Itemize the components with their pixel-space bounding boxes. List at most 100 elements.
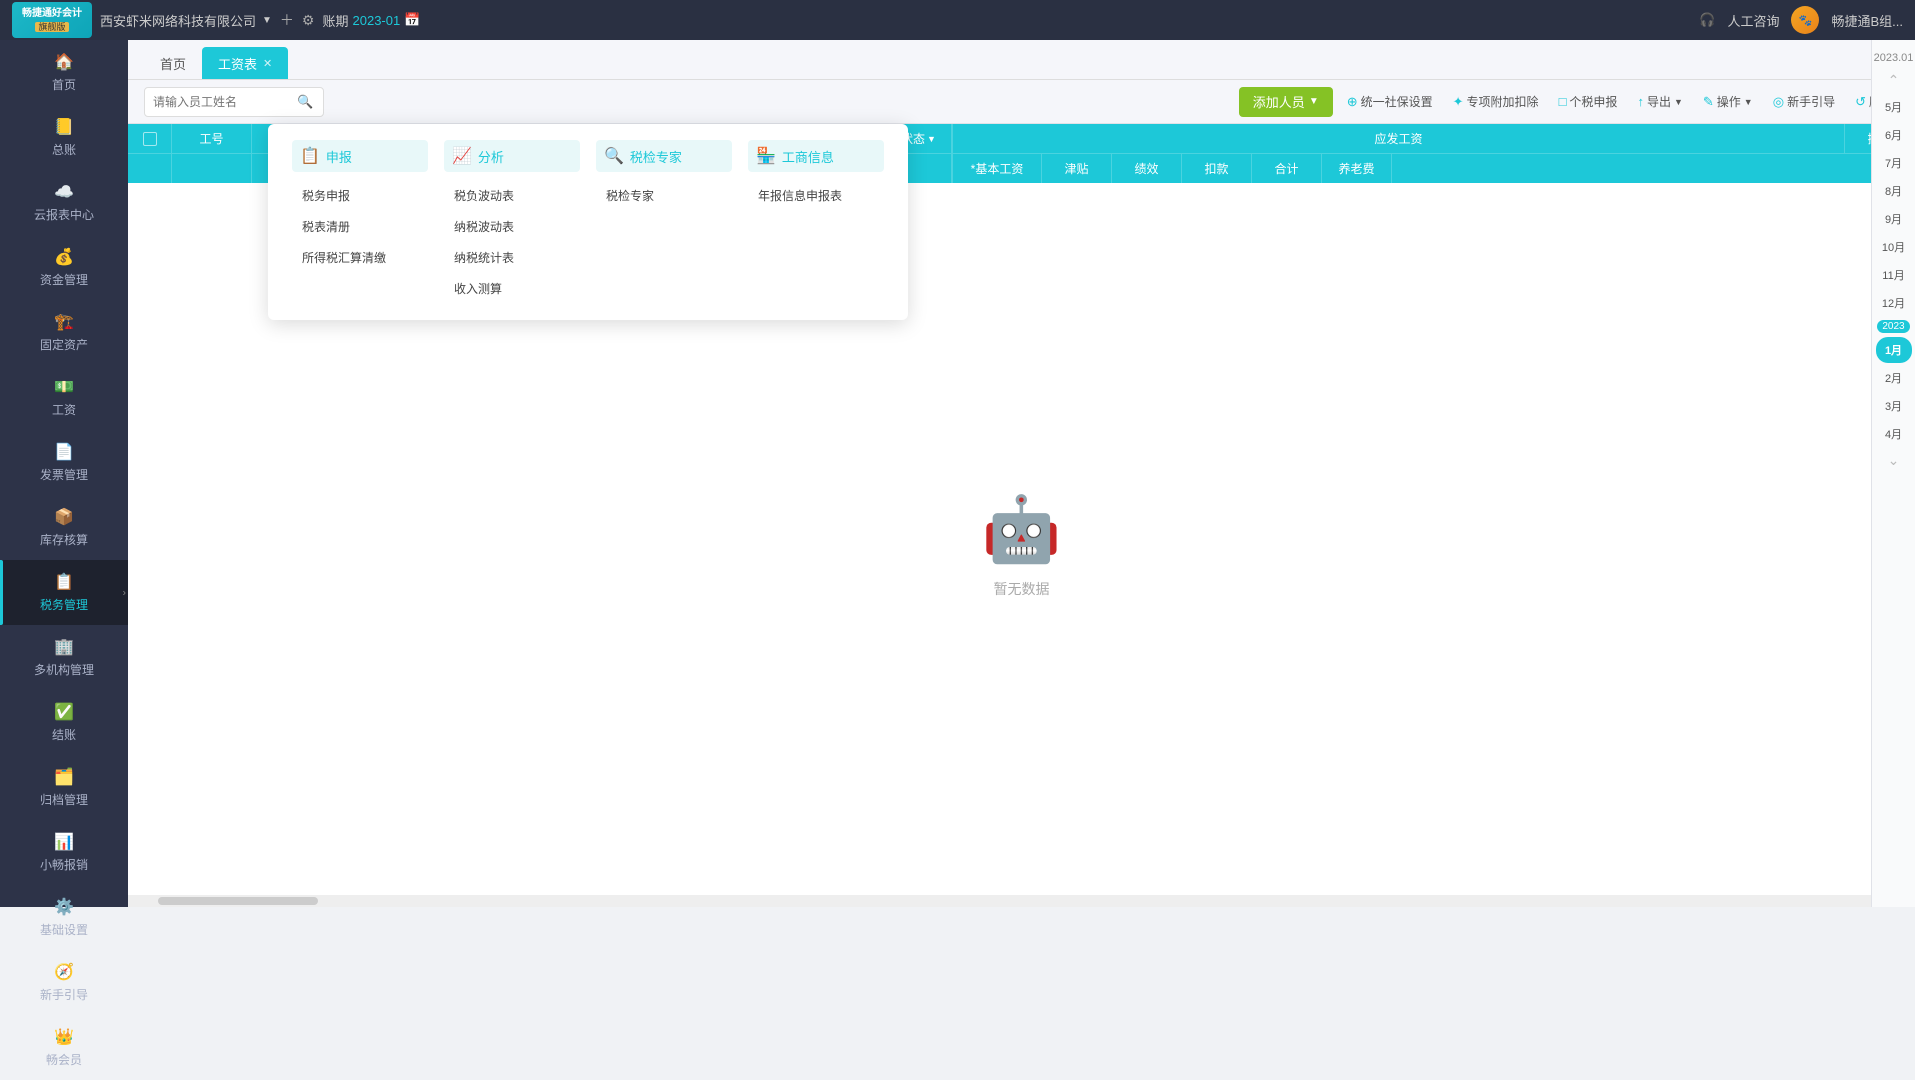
avatar: 🐾 [1791,6,1819,34]
cal-month-1[interactable]: 1月 [1876,337,1912,363]
sidebar-item-report[interactable]: 📊 小畅报销 [0,820,128,885]
search-icon: 🔍 [297,94,313,110]
dropdown-item-annual-report[interactable]: 年报信息申报表 [748,180,884,211]
dropdown-section-analysis: 📈 分析 税负波动表 纳税波动表 纳税统计表 收入测算 [436,140,588,304]
sidebar-item-multi-org[interactable]: 🏢 多机构管理 [0,625,128,690]
select-all-checkbox[interactable] [143,132,157,146]
export-chevron-icon: ▼ [1674,97,1683,107]
dropdown-item-tax-burden-fluctuation[interactable]: 税负波动表 [444,180,580,211]
add-person-label: 添加人员 [1253,92,1305,111]
th-performance: 绩效 [1112,154,1182,183]
dropdown-section-business-info-header: 🏪 工商信息 [748,140,884,172]
report-status-filter-icon[interactable]: ▼ [927,134,936,144]
sidebar-item-invoice[interactable]: 📄 发票管理 [0,430,128,495]
th-allowance: 津贴 [1042,154,1112,183]
company-name: 西安虾米网络科技有限公司 [100,11,256,30]
add-person-button[interactable]: 添加人员 ▼ [1239,87,1333,117]
dropdown-item-tax-statistics[interactable]: 纳税统计表 [444,242,580,273]
dropdown-section-tax-expert: 🔍 税检专家 税检专家 [588,140,740,304]
th-salary-group-label: 应发工资 [1374,130,1422,147]
scroll-thumb[interactable] [158,897,318,905]
social-security-action[interactable]: ⊕ 统一社保设置 [1341,87,1439,117]
individual-tax-action[interactable]: □ 个税申报 [1553,87,1624,117]
company-settings-button[interactable]: ⚙ [302,12,315,29]
user-label[interactable]: 畅捷通B组... [1831,11,1903,30]
company-selector[interactable]: 西安虾米网络科技有限公司 ▼ [100,11,272,30]
search-input[interactable] [153,95,293,109]
sidebar-label-general-ledger: 总账 [52,141,76,158]
tab-close-button[interactable]: ✕ [263,57,272,70]
cal-month-6[interactable]: 6月 [1876,122,1912,148]
cal-month-8[interactable]: 8月 [1876,178,1912,204]
sidebar-item-cloud-report[interactable]: ☁️ 云报表中心 [0,170,128,235]
special-deduction-label: 专项附加扣除 [1467,93,1539,110]
sidebar-item-home[interactable]: 🏠 首页 [0,40,128,105]
sidebar-item-general-ledger[interactable]: 📒 总账 [0,105,128,170]
sidebar-item-payroll[interactable]: 💵 工资 [0,365,128,430]
sidebar-item-basic[interactable]: ⚙️ 基础设置 [0,885,128,950]
scroll-area[interactable] [128,895,1871,907]
support-icon: 🎧 [1699,12,1715,28]
operation-action[interactable]: ✎ 操作 ▼ [1697,87,1759,117]
cal-month-7[interactable]: 7月 [1876,150,1912,176]
dropdown-section-analysis-label: 分析 [478,147,504,166]
cal-month-5[interactable]: 5月 [1876,94,1912,120]
guide-action[interactable]: ◎ 新手引导 [1767,87,1841,117]
tab-home[interactable]: 首页 [144,47,202,79]
cal-month-11[interactable]: 11月 [1876,262,1912,288]
top-header: 畅捷通好会计 旗舰版 西安虾米网络科技有限公司 ▼ ＋ ⚙ 账期 2023-01… [0,0,1915,40]
cal-month-2[interactable]: 2月 [1876,365,1912,391]
social-security-icon: ⊕ [1347,94,1358,110]
sidebar-item-guide[interactable]: 🧭 新手引导 [0,950,128,1015]
chevron-down-icon[interactable]: ▼ [262,15,272,26]
dropdown-item-income-estimation[interactable]: 收入测算 [444,273,580,304]
social-security-label: 统一社保设置 [1361,93,1433,110]
sidebar-label-payroll: 工资 [52,401,76,418]
support-label[interactable]: 人工咨询 [1727,11,1779,30]
cal-month-3[interactable]: 3月 [1876,393,1912,419]
individual-tax-icon: □ [1559,94,1567,109]
sidebar-label-fixed-assets: 固定资产 [40,336,88,353]
cal-current-year-badge: 2023 [1877,320,1909,333]
cal-prev-button[interactable]: ⌃ [1884,68,1904,93]
th-deduction-label: 扣款 [1204,160,1228,177]
sidebar-item-archive[interactable]: 🗂️ 归档管理 [0,755,128,820]
cal-month-4[interactable]: 4月 [1876,421,1912,447]
tab-payroll-table[interactable]: 工资表 ✕ [202,47,288,79]
cal-month-12[interactable]: 12月 [1876,290,1912,316]
sidebar-item-member[interactable]: 👑 畅会员 [0,1015,128,1080]
invoice-icon: 📄 [54,442,74,462]
th-checkbox-area[interactable] [128,124,172,153]
special-deduction-action[interactable]: ✦ 专项附加扣除 [1447,87,1545,117]
sidebar-label-inventory: 库存核算 [40,531,88,548]
sidebar-arrow-icon: › [123,587,126,598]
multi-org-icon: 🏢 [54,637,74,657]
sidebar-item-fund[interactable]: 💰 资金管理 [0,235,128,300]
business-info-header-icon: 🏪 [756,146,776,166]
cal-next-button[interactable]: ⌄ [1884,448,1904,473]
sidebar-item-settlement[interactable]: ✅ 结账 [0,690,128,755]
dropdown-section-analysis-header: 📈 分析 [444,140,580,172]
export-action[interactable]: ↑ 导出 ▼ [1631,87,1688,117]
sidebar-item-inventory[interactable]: 📦 库存核算 [0,495,128,560]
export-icon: ↑ [1637,94,1644,109]
th-basic-salary-label: *基本工资 [971,160,1024,177]
dropdown-item-tax-expert[interactable]: 税检专家 [596,180,732,211]
sidebar-item-fixed-assets[interactable]: 🏗️ 固定资产 [0,300,128,365]
cal-month-9[interactable]: 9月 [1876,206,1912,232]
cal-month-10[interactable]: 10月 [1876,234,1912,260]
dropdown-item-income-tax-settlement[interactable]: 所得税汇算清缴 [292,242,428,273]
dropdown-item-tax-payment-fluctuation[interactable]: 纳税波动表 [444,211,580,242]
settlement-icon: ✅ [54,702,74,722]
dropdown-section-declaration-header: 📋 申报 [292,140,428,172]
sidebar-label-home: 首页 [52,76,76,93]
dropdown-item-tax-declaration[interactable]: 税务申报 [292,180,428,211]
th-basic-salary: *基本工资 [952,154,1042,183]
sidebar-item-tax[interactable]: 📋 税务管理 › [0,560,128,625]
company-add-button[interactable]: ＋ [280,10,294,30]
dropdown-item-tax-form-list[interactable]: 税表清册 [292,211,428,242]
special-deduction-icon: ✦ [1453,94,1464,110]
tab-home-label: 首页 [160,54,186,73]
sidebar-label-multi-org: 多机构管理 [34,661,94,678]
calendar-icon[interactable]: 📅 [404,12,420,28]
